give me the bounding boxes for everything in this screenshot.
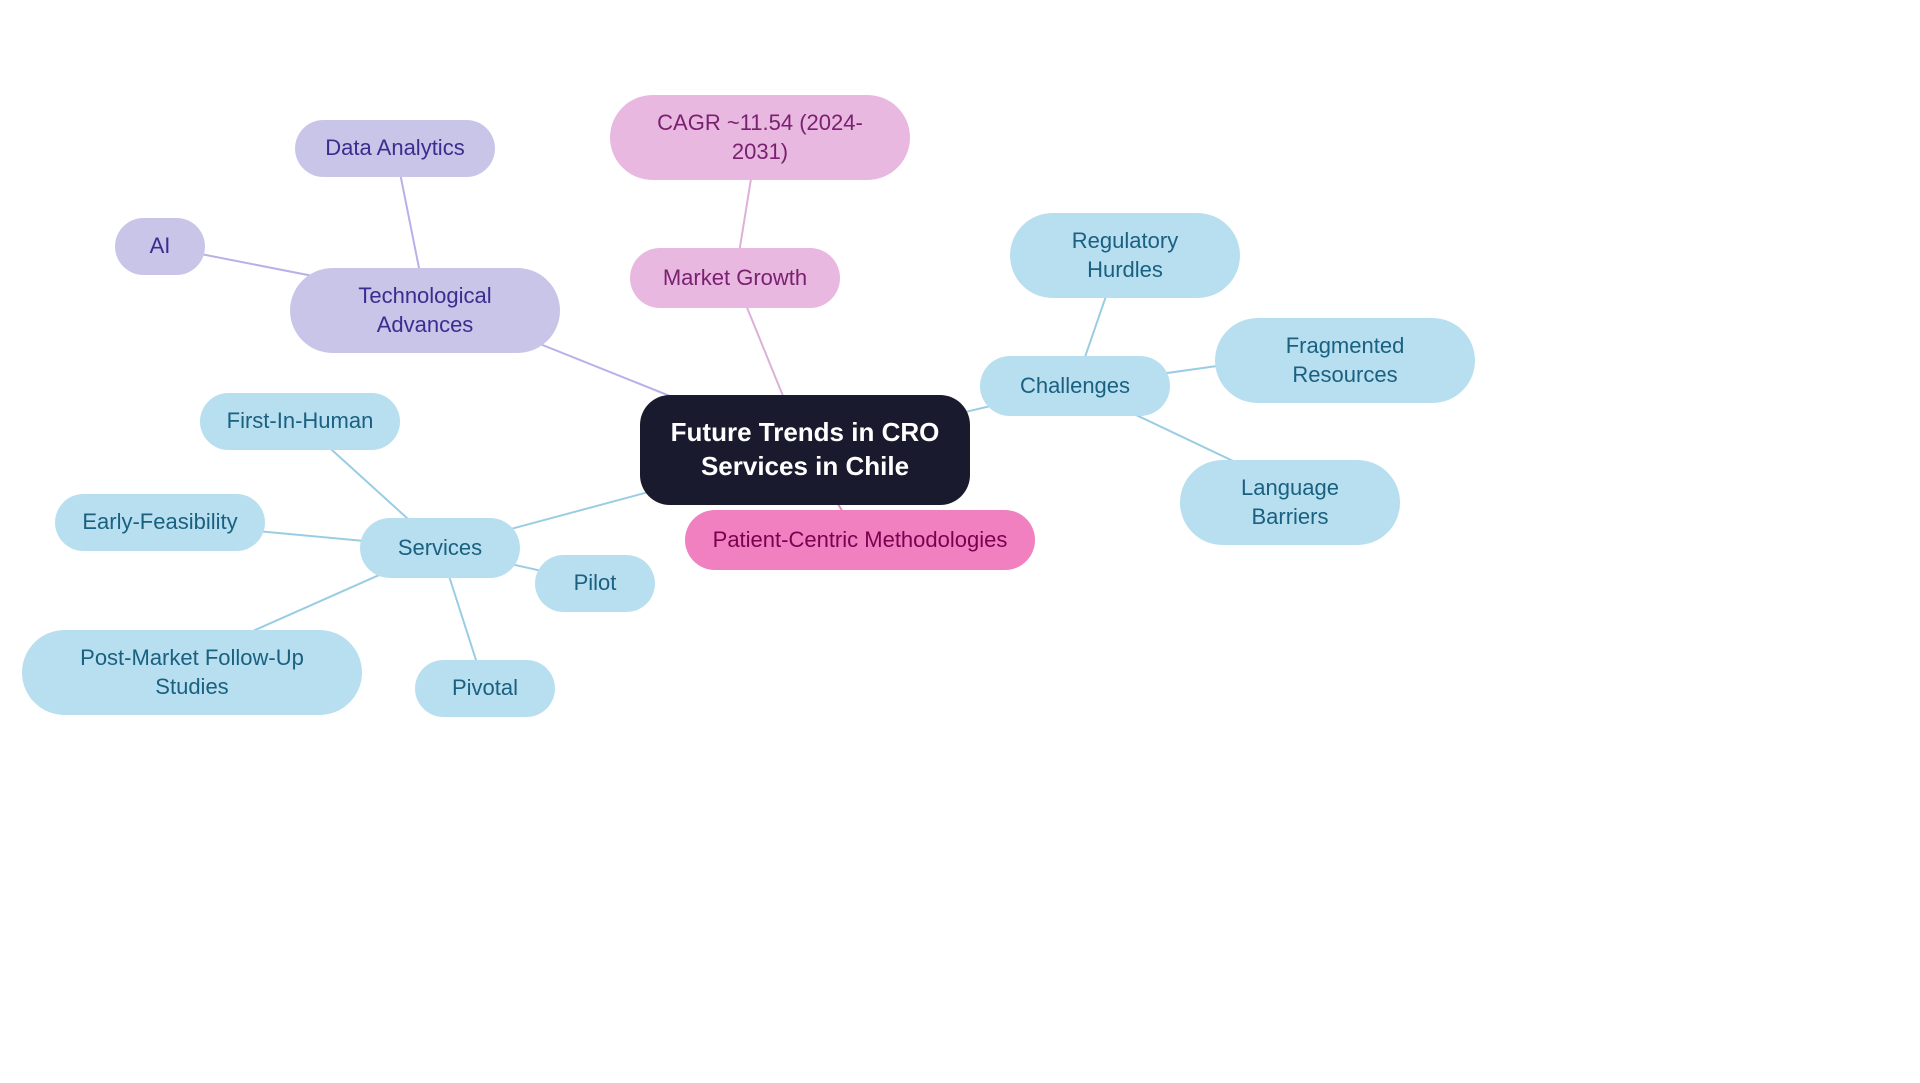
node-market-growth: Market Growth [630, 248, 840, 308]
node-pivotal: Pivotal [415, 660, 555, 717]
node-services: Services [360, 518, 520, 578]
node-data-analytics: Data Analytics [295, 120, 495, 177]
node-challenges: Challenges [980, 356, 1170, 416]
node-cagr: CAGR ~11.54 (2024-2031) [610, 95, 910, 180]
node-pilot: Pilot [535, 555, 655, 612]
node-ai: AI [115, 218, 205, 275]
node-fragmented-resources: Fragmented Resources [1215, 318, 1475, 403]
node-first-in-human: First-In-Human [200, 393, 400, 450]
node-patient-centric: Patient-Centric Methodologies [685, 510, 1035, 570]
node-regulatory-hurdles: Regulatory Hurdles [1010, 213, 1240, 298]
node-tech-advances: Technological Advances [290, 268, 560, 353]
node-language-barriers: Language Barriers [1180, 460, 1400, 545]
node-center: Future Trends in CRO Services in Chile [640, 395, 970, 505]
node-early-feasibility: Early-Feasibility [55, 494, 265, 551]
node-post-market: Post-Market Follow-Up Studies [22, 630, 362, 715]
